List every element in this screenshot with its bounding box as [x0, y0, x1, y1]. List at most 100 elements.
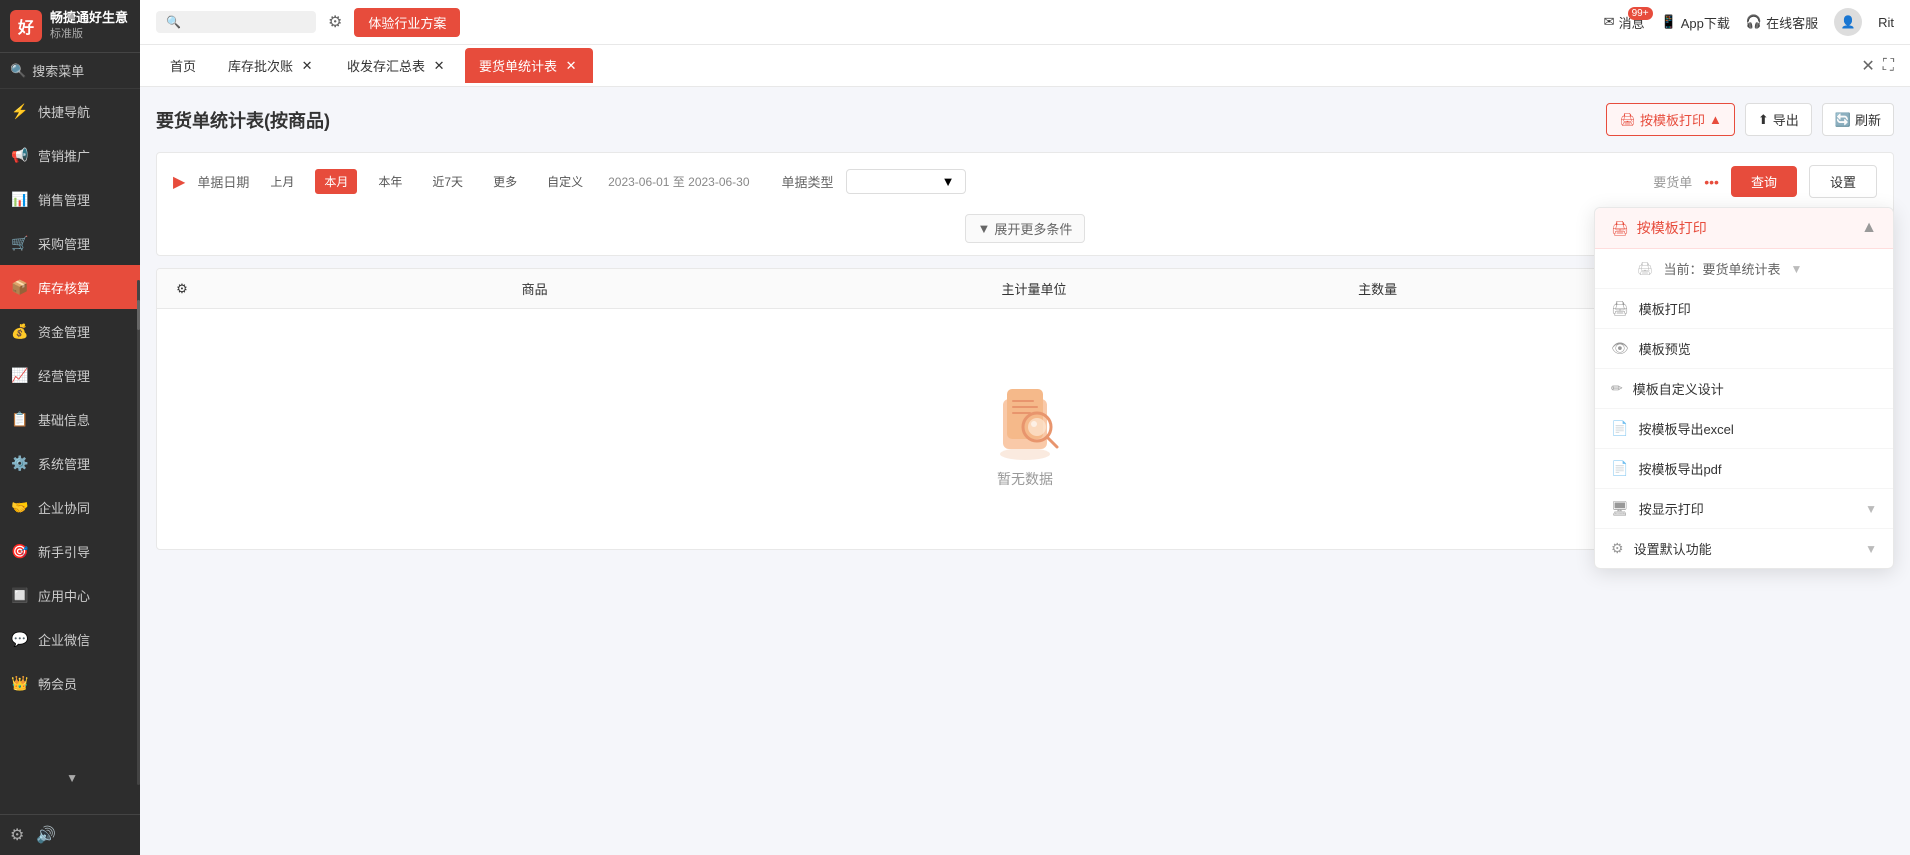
settings-footer-icon[interactable]: ⚙	[10, 825, 24, 845]
empty-illustration	[975, 369, 1075, 469]
sidebar-item-label: 基础信息	[38, 410, 90, 429]
template-print-item[interactable]: 🖨 模板打印	[1595, 289, 1893, 329]
tab-inventory-batch[interactable]: 库存批次账 ✕	[214, 48, 329, 83]
current-template-label: 当前：要货单统计表	[1664, 259, 1781, 278]
quick-nav-icon: ⚡	[10, 101, 30, 121]
filter-row: ▶ 单据日期 上月 本月 本年 近7天 更多 自定义 2023-06-01 至 …	[173, 165, 1877, 198]
date-range-text: 2023-06-01 至 2023-06-30	[608, 173, 749, 190]
purchase-icon: 🛒	[10, 233, 30, 253]
sidebar-item-enterprise-wechat[interactable]: 💬 企业微信	[0, 617, 140, 661]
messages-btn[interactable]: ✉ 消息 99+	[1604, 13, 1645, 32]
sidebar-item-system[interactable]: ⚙️ 系统管理	[0, 441, 140, 485]
refresh-icon: 🔄	[1835, 112, 1851, 128]
sidebar-item-app-center[interactable]: 🔲 应用中心	[0, 573, 140, 617]
basic-icon: 📋	[10, 409, 30, 429]
date-btn-last-month[interactable]: 上月	[261, 169, 303, 194]
default-func-item[interactable]: ⚙ 设置默认功能 ▼	[1595, 529, 1893, 568]
topbar-gear-icon[interactable]: ⚙	[328, 12, 342, 32]
user-avatar[interactable]: 👤	[1834, 8, 1862, 36]
sidebar-scroll-down[interactable]: ▼	[66, 771, 78, 785]
template-export-pdf-item[interactable]: 📄 按模板导出pdf	[1595, 449, 1893, 489]
online-service-label: 在线客服	[1766, 13, 1818, 32]
date-btn-custom[interactable]: 自定义	[538, 169, 592, 194]
tab-receivable-summary[interactable]: 收发存汇总表 ✕	[333, 48, 461, 83]
expand-label: 展开更多条件	[994, 219, 1072, 238]
filter-expand-arrow[interactable]: ▶	[173, 172, 185, 192]
sidebar-item-label: 新手引导	[38, 542, 90, 561]
settings-button[interactable]: 设置	[1809, 165, 1877, 198]
tab-expand-icon[interactable]: ⛶	[1883, 57, 1894, 75]
page-actions: 🖨 按模板打印 ▲ ⬆ 导出 🔄 刷新	[1606, 103, 1894, 136]
sound-footer-icon[interactable]: 🔊	[36, 825, 56, 845]
tab-demand-summary-close[interactable]: ✕	[563, 58, 579, 74]
query-button[interactable]: 查询	[1731, 166, 1797, 197]
display-print-label: 按显示打印	[1639, 499, 1855, 518]
tab-inventory-batch-close[interactable]: ✕	[299, 58, 315, 74]
dropdown-header[interactable]: 🖨 按模板打印 ▲	[1595, 208, 1893, 249]
topbar-search[interactable]: 🔍	[156, 11, 316, 33]
template-design-label: 模板自定义设计	[1633, 379, 1877, 398]
topbar-right: ✉ 消息 99+ 📱 App下载 🎧 在线客服 👤 Rit	[1604, 8, 1894, 36]
sidebar-item-label: 资金管理	[38, 322, 90, 341]
print-template-btn[interactable]: 🖨 按模板打印 ▲	[1606, 103, 1734, 136]
sidebar-footer: ⚙ 🔊	[0, 814, 140, 855]
date-btn-7days[interactable]: 近7天	[423, 169, 472, 194]
template-pdf-icon: 📄	[1611, 460, 1628, 477]
sidebar-item-marketing[interactable]: 📢 营销推广	[0, 133, 140, 177]
sidebar-item-label: 快捷导航	[38, 102, 90, 121]
date-btn-more[interactable]: 更多	[484, 169, 526, 194]
page-title: 要货单统计表(按商品)	[156, 107, 330, 133]
order-type-select[interactable]: ▼	[846, 169, 966, 194]
template-design-icon: ✏	[1611, 380, 1623, 397]
sidebar-item-operation[interactable]: 📈 经营管理	[0, 353, 140, 397]
template-preview-item[interactable]: 👁 模板预览	[1595, 329, 1893, 369]
export-btn[interactable]: ⬆ 导出	[1745, 103, 1812, 136]
trial-button[interactable]: 体验行业方案	[354, 8, 460, 37]
tab-close-icon[interactable]: ✕	[1861, 56, 1874, 76]
sidebar-item-cooperation[interactable]: 🤝 企业协同	[0, 485, 140, 529]
date-btn-this-month[interactable]: 本月	[315, 169, 357, 194]
page-content: 要货单统计表(按商品) 🖨 按模板打印 ▲ ⬆ 导出 🔄 刷新	[140, 87, 1910, 855]
display-print-arrow: ▼	[1865, 502, 1877, 516]
tab-receivable-summary-close[interactable]: ✕	[431, 58, 447, 74]
sidebar-item-inventory[interactable]: 📦 库存核算	[0, 265, 140, 309]
dropdown-header-right: ▲	[1861, 219, 1877, 237]
messages-badge: 99+	[1628, 7, 1653, 20]
sidebar-item-label: 企业微信	[38, 630, 90, 649]
sidebar-item-label: 应用中心	[38, 586, 90, 605]
sidebar-search[interactable]: 🔍 搜索菜单	[0, 53, 140, 89]
sidebar-item-label: 企业协同	[38, 498, 90, 517]
current-template-arrow: ▼	[1791, 262, 1803, 276]
tab-home[interactable]: 首页	[156, 48, 210, 83]
sidebar-scroll-up[interactable]: ▲	[66, 8, 78, 22]
enterprise-wechat-icon: 💬	[10, 629, 30, 649]
template-design-item[interactable]: ✏ 模板自定义设计	[1595, 369, 1893, 409]
th-settings[interactable]: ⚙	[157, 281, 207, 297]
sidebar-item-finance[interactable]: 💰 资金管理	[0, 309, 140, 353]
expand-more-btn[interactable]: ▼ 展开更多条件	[965, 214, 1086, 243]
sidebar-item-basic[interactable]: 📋 基础信息	[0, 397, 140, 441]
search-icon: 🔍	[10, 63, 26, 79]
template-excel-icon: 📄	[1611, 420, 1628, 437]
template-print-icon: 🖨	[1611, 300, 1629, 317]
username-label[interactable]: Rit	[1878, 15, 1894, 30]
sidebar-item-label: 系统管理	[38, 454, 90, 473]
template-export-excel-item[interactable]: 📄 按模板导出excel	[1595, 409, 1893, 449]
sidebar-item-sales[interactable]: 📊 销售管理	[0, 177, 140, 221]
refresh-btn[interactable]: 🔄 刷新	[1822, 103, 1894, 136]
logo-icon: 好	[10, 10, 42, 42]
date-btn-this-year[interactable]: 本年	[369, 169, 411, 194]
app-download-btn[interactable]: 📱 App下载	[1661, 13, 1730, 32]
sidebar-item-label: 畅会员	[38, 674, 77, 693]
tab-receivable-summary-label: 收发存汇总表	[347, 56, 425, 75]
tab-demand-summary[interactable]: 要货单统计表 ✕	[465, 48, 593, 83]
sidebar-item-newbie[interactable]: 🎯 新手引导	[0, 529, 140, 573]
sidebar-item-purchase[interactable]: 🛒 采购管理	[0, 221, 140, 265]
chevron-down-icon: ▼	[942, 174, 955, 189]
sidebar-item-quick-nav[interactable]: ⚡ 快捷导航	[0, 89, 140, 133]
current-template-item[interactable]: 🖨 当前：要货单统计表 ▼	[1595, 249, 1893, 289]
print-dropdown: 🖨 按模板打印 ▲ 🖨 当前：要货单统计表 ▼ 🖨 模板打印 👁 模板预览	[1594, 207, 1894, 569]
sidebar-item-vip[interactable]: 👑 畅会员	[0, 661, 140, 705]
display-print-item[interactable]: 🖥 按显示打印 ▼	[1595, 489, 1893, 529]
online-service-btn[interactable]: 🎧 在线客服	[1746, 13, 1818, 32]
